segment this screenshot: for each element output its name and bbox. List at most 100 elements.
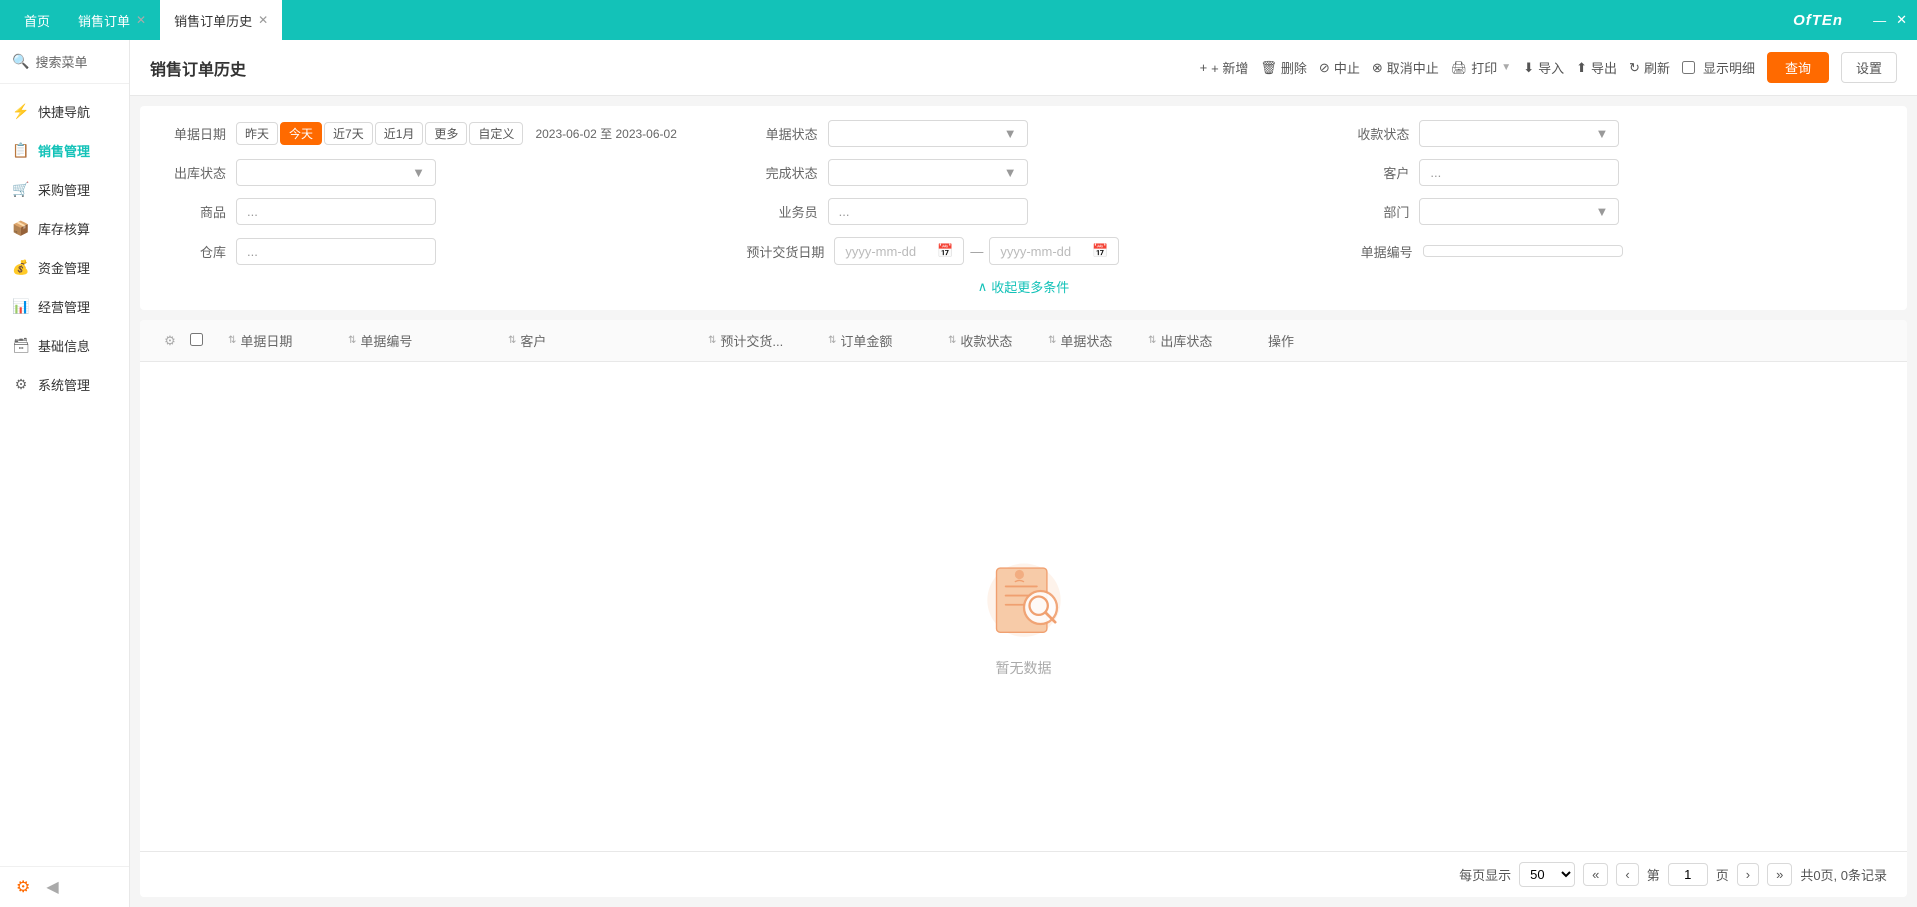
sidebar-item-base-info[interactable]: 🗃 基础信息: [0, 326, 129, 365]
setting-button[interactable]: 设置: [1841, 52, 1897, 83]
export-button[interactable]: ⬆ 导出: [1576, 58, 1617, 77]
th-pay-status[interactable]: ⇅ 收款状态: [940, 331, 1040, 350]
th-action-label: 操作: [1268, 331, 1294, 350]
base-info-label: 基础信息: [38, 336, 90, 355]
import-button[interactable]: ⬇ 导入: [1523, 58, 1564, 77]
stop-button[interactable]: ⊘ 中止: [1319, 58, 1360, 77]
new-button[interactable]: + + 新增: [1200, 58, 1249, 77]
date-tag-more[interactable]: 更多: [425, 122, 467, 145]
sidebar-item-operations[interactable]: 📊 经营管理: [0, 287, 129, 326]
sidebar-item-purchase-mgmt[interactable]: 🛒 采购管理: [0, 170, 129, 209]
filter-row-2: 出库状态 ▼ 完成状态 ▼ 客户 ...: [156, 159, 1891, 186]
pay-status-arrow: ▼: [1595, 126, 1608, 141]
customer-input[interactable]: ...: [1419, 159, 1619, 186]
sidebar-item-quick-nav[interactable]: ⚡ 快捷导航: [0, 92, 129, 131]
sidebar-item-finance[interactable]: 💰 资金管理: [0, 248, 129, 287]
tab-home[interactable]: 首页: [10, 0, 64, 40]
warehouse-control: ...: [236, 238, 704, 265]
th-num[interactable]: ⇅ 单据编号: [340, 331, 500, 350]
order-status-select[interactable]: ▼: [828, 120, 1028, 147]
complete-select[interactable]: ▼: [828, 159, 1028, 186]
column-settings-icon[interactable]: ⚙: [164, 333, 176, 349]
table-settings-icon[interactable]: ⚙: [150, 333, 190, 349]
table-header: ⚙ ⇅ 单据日期 ⇅ 单据编号 ⇅ 客户 ⇅: [140, 320, 1907, 362]
display-detail-checkbox[interactable]: [1682, 61, 1695, 74]
page-header: 销售订单历史 + + 新增 🗑 删除 ⊘ 中止 ⊗ 取消中止: [130, 40, 1917, 96]
date-tag-custom[interactable]: 自定义: [469, 122, 523, 145]
salesperson-input[interactable]: ...: [828, 198, 1028, 225]
print-button[interactable]: 🖨 打印 ▼: [1451, 58, 1511, 77]
th-order-status-label: 单据状态: [1060, 331, 1112, 350]
inventory-label: 库存核算: [38, 219, 90, 238]
date-tag-yesterday[interactable]: 昨天: [236, 122, 278, 145]
delivery-date-end[interactable]: yyyy-mm-dd 📅: [989, 237, 1119, 265]
th-customer[interactable]: ⇅ 客户: [500, 331, 700, 350]
tab-sales-order-close[interactable]: ✕: [136, 13, 146, 27]
window-minimize[interactable]: —: [1873, 13, 1886, 28]
delete-icon: 🗑: [1260, 60, 1277, 76]
page-size-select[interactable]: 50 10 20 100: [1519, 862, 1575, 887]
order-status-control: ▼: [828, 120, 1300, 147]
th-delivery[interactable]: ⇅ 预计交货...: [700, 331, 820, 350]
delete-button[interactable]: 🗑 删除: [1260, 58, 1307, 77]
complete-label: 完成状态: [748, 163, 828, 182]
finance-icon: 💰: [12, 259, 30, 277]
sidebar-item-inventory[interactable]: 📦 库存核算: [0, 209, 129, 248]
th-date[interactable]: ⇅ 单据日期: [220, 331, 340, 350]
display-detail-toggle[interactable]: 显示明细: [1682, 58, 1755, 77]
delivery-date-end-placeholder: yyyy-mm-dd: [1000, 244, 1071, 259]
collapse-filter-row[interactable]: ∧ 收起更多条件: [156, 277, 1891, 296]
finance-label: 资金管理: [38, 258, 90, 277]
th-amount[interactable]: ⇅ 订单金额: [820, 331, 940, 350]
salesperson-placeholder: ...: [839, 204, 850, 219]
tab-sales-order-history-close[interactable]: ✕: [258, 13, 268, 27]
stop-icon: ⊘: [1319, 60, 1330, 76]
sidebar-collapse-icon[interactable]: ◀: [46, 877, 58, 897]
sidebar-item-sales-mgmt[interactable]: 📋 销售管理: [0, 131, 129, 170]
goods-input[interactable]: ...: [236, 198, 436, 225]
operations-icon: 📊: [12, 298, 30, 316]
warehouse-input[interactable]: ...: [236, 238, 436, 265]
date-dash: —: [970, 244, 983, 259]
total-label: 共0页, 0条记录: [1800, 865, 1887, 884]
date-tag-1month[interactable]: 近1月: [375, 122, 424, 145]
first-page-button[interactable]: «: [1583, 863, 1608, 886]
order-no-control: [1423, 245, 1891, 257]
purchase-mgmt-label: 采购管理: [38, 180, 90, 199]
order-no-input[interactable]: [1423, 245, 1623, 257]
sidebar-search-area[interactable]: 🔍 搜索菜单: [0, 40, 129, 84]
warehouse-placeholder: ...: [247, 244, 258, 259]
th-stock-status[interactable]: ⇅ 出库状态: [1140, 331, 1260, 350]
stock-out-control: ▼: [236, 159, 708, 186]
th-stock-status-sort-icon: ⇅: [1148, 335, 1156, 346]
cancel-stop-button[interactable]: ⊗ 取消中止: [1372, 58, 1439, 77]
sidebar-search[interactable]: 🔍 搜索菜单: [0, 52, 129, 71]
tab-sales-order-history-label: 销售订单历史: [174, 11, 252, 30]
select-all-checkbox[interactable]: [190, 333, 203, 346]
dept-control: ▼: [1419, 198, 1891, 225]
pay-status-select[interactable]: ▼: [1419, 120, 1619, 147]
date-tag-7days[interactable]: 近7天: [324, 122, 373, 145]
collapse-up-icon: ∧: [978, 279, 988, 295]
next-page-button[interactable]: ›: [1737, 863, 1759, 886]
quick-nav-icon: ⚡: [12, 103, 30, 121]
sidebar-item-sys-mgmt[interactable]: ⚙ 系统管理: [0, 365, 129, 404]
page-number-input[interactable]: [1668, 863, 1708, 886]
delivery-date-start[interactable]: yyyy-mm-dd 📅: [834, 237, 964, 265]
tab-sales-order-history[interactable]: 销售订单历史 ✕: [160, 0, 282, 40]
refresh-button[interactable]: ↻ 刷新: [1629, 58, 1670, 77]
dept-select[interactable]: ▼: [1419, 198, 1619, 225]
last-page-button[interactable]: »: [1767, 863, 1792, 886]
stock-out-select[interactable]: ▼: [236, 159, 436, 186]
tab-sales-order[interactable]: 销售订单 ✕: [64, 0, 160, 40]
window-close[interactable]: ✕: [1896, 12, 1907, 28]
query-button[interactable]: 查询: [1767, 52, 1829, 83]
prev-page-button[interactable]: ‹: [1616, 863, 1638, 886]
date-tag-today[interactable]: 今天: [280, 122, 322, 145]
table-checkbox-all[interactable]: [190, 333, 220, 349]
operations-label: 经营管理: [38, 297, 90, 316]
th-num-sort-icon: ⇅: [348, 335, 356, 346]
sidebar-settings-icon[interactable]: ⚙: [16, 877, 30, 897]
th-order-status[interactable]: ⇅ 单据状态: [1040, 331, 1140, 350]
pagination: 每页显示 50 10 20 100 « ‹ 第 页 › » 共0页, 0条记录: [140, 851, 1907, 897]
